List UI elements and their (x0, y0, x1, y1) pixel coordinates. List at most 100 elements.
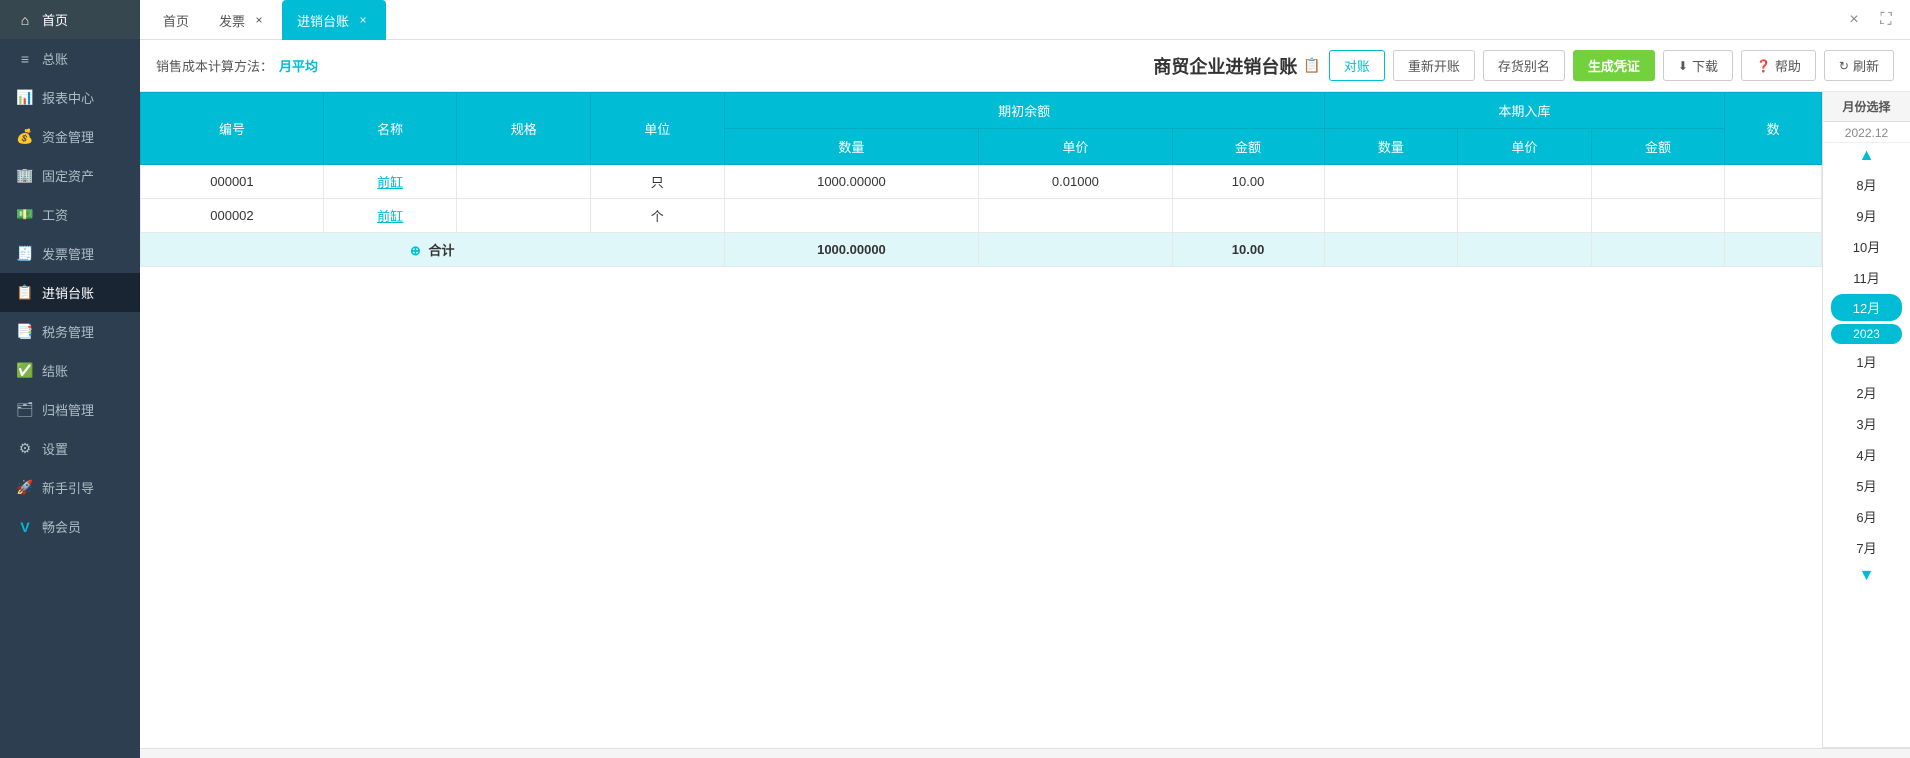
table-row[interactable]: 000001 前缸 只 1000.00000 0.01000 10.00 (141, 165, 1822, 199)
cost-method-value: 月平均 (279, 56, 318, 75)
table-row[interactable]: 000002 前缸 个 (141, 199, 1822, 233)
cell-in-price-2 (1458, 199, 1592, 233)
sidebar-item-funds[interactable]: 💰 资金管理 (0, 117, 140, 156)
cell-opening-amount-2 (1172, 199, 1324, 233)
cost-method-label: 销售成本计算方法： (156, 56, 273, 75)
cell-code-2: 000002 (141, 199, 324, 233)
cell-in-price-1 (1458, 165, 1592, 199)
generate-voucher-button[interactable]: 生成凭证 (1573, 50, 1655, 81)
month-12[interactable]: 12月 (1831, 294, 1902, 321)
archive-icon: 🗂 (16, 401, 34, 418)
month-4[interactable]: 4月 (1823, 439, 1910, 470)
maximize-window-button[interactable]: ⛶ (1874, 8, 1898, 32)
vip-icon: V (16, 519, 34, 535)
close-window-button[interactable]: × (1842, 8, 1866, 32)
ledger-table: 编号 名称 规格 单位 期初余额 本期入库 数 数量 单价 金额 数 (140, 92, 1822, 267)
month-1[interactable]: 1月 (1823, 346, 1910, 377)
ledger-icon: ≡ (16, 51, 34, 67)
month-11[interactable]: 11月 (1823, 262, 1910, 293)
month-6[interactable]: 6月 (1823, 501, 1910, 532)
fixed-assets-icon: 🏢 (16, 167, 34, 184)
sidebar-item-salary[interactable]: 💵 工资 (0, 195, 140, 234)
invoice-mgmt-icon: 🧾 (16, 245, 34, 262)
page-title: 商贸企业进销台账 (1153, 53, 1297, 79)
cell-name-1: 前缸 (323, 165, 457, 199)
total-in-price (1458, 233, 1592, 267)
month-9[interactable]: 9月 (1823, 200, 1910, 231)
sidebar-item-fixed-assets[interactable]: 🏢 固定资产 (0, 156, 140, 195)
col-header-spec: 规格 (457, 93, 591, 165)
salary-icon: 💵 (16, 206, 34, 223)
tab-invoice-close[interactable]: × (251, 12, 267, 28)
sidebar: ⌂ 首页 ≡ 总账 📊 报表中心 💰 资金管理 🏢 固定资产 💵 工资 🧾 发票… (0, 0, 140, 758)
cell-opening-amount-1: 10.00 (1172, 165, 1324, 199)
scroll-down-button[interactable]: ▼ (1823, 563, 1910, 589)
refresh-button[interactable]: ↻ 刷新 (1824, 50, 1894, 81)
cell-opening-qty-1: 1000.00000 (724, 165, 979, 199)
home-icon: ⌂ (16, 12, 34, 28)
col-header-current-in: 本期入库 (1324, 93, 1725, 129)
month-2[interactable]: 2月 (1823, 377, 1910, 408)
col-in-qty: 数量 (1324, 129, 1458, 165)
sidebar-item-archive[interactable]: 🗂 归档管理 (0, 390, 140, 429)
col-header-unit: 单位 (591, 93, 725, 165)
col-header-name: 名称 (323, 93, 457, 165)
tab-invoice[interactable]: 发票 × (204, 0, 282, 40)
month-5[interactable]: 5月 (1823, 470, 1910, 501)
cell-more-2 (1725, 199, 1822, 233)
tab-purchase-sales[interactable]: 进销台账 × (282, 0, 386, 40)
guide-icon: 🚀 (16, 479, 34, 496)
sidebar-item-ledger[interactable]: ≡ 总账 (0, 39, 140, 78)
col-opening-qty: 数量 (724, 129, 979, 165)
match-button[interactable]: 对账 (1329, 50, 1385, 81)
main-area: 首页 发票 × 进销台账 × × ⛶ 销售成本计算方法： 月平均 商贸企业进销台… (140, 0, 1910, 758)
year-2023-label: 2023 (1831, 324, 1902, 344)
cell-in-qty-1 (1324, 165, 1458, 199)
tab-home-label: 首页 (163, 11, 189, 30)
table-area: 编号 名称 规格 单位 期初余额 本期入库 数 数量 单价 金额 数 (140, 92, 1822, 748)
sidebar-item-purchase-sales[interactable]: 📋 进销台账 (0, 273, 140, 312)
sidebar-item-home[interactable]: ⌂ 首页 (0, 0, 140, 39)
col-in-amount: 金额 (1591, 129, 1725, 165)
col-in-price: 单价 (1458, 129, 1592, 165)
download-button[interactable]: ⬇ 下载 (1663, 50, 1733, 81)
sidebar-item-invoice-mgmt[interactable]: 🧾 发票管理 (0, 234, 140, 273)
sidebar-item-settings[interactable]: ⚙ 设置 (0, 429, 140, 468)
save-alias-button[interactable]: 存货别名 (1483, 50, 1565, 81)
month-3[interactable]: 3月 (1823, 408, 1910, 439)
content-area: 销售成本计算方法： 月平均 商贸企业进销台账 📋 对账 重新开账 存货别名 生成… (140, 40, 1910, 758)
sidebar-item-closing[interactable]: ✅ 结账 (0, 351, 140, 390)
cell-spec-1 (457, 165, 591, 199)
sidebar-item-reports[interactable]: 📊 报表中心 (0, 78, 140, 117)
total-icon: ⊕ (410, 243, 421, 258)
month-10[interactable]: 10月 (1823, 231, 1910, 262)
closing-icon: ✅ (16, 362, 34, 379)
reopen-button[interactable]: 重新开账 (1393, 50, 1475, 81)
tab-purchase-sales-close[interactable]: × (355, 12, 371, 28)
sidebar-item-guide[interactable]: 🚀 新手引导 (0, 468, 140, 507)
month-picker: 月份选择 2022.12 ▲ 8月 9月 10月 11月 12月 2023 1月… (1822, 92, 1910, 748)
cell-opening-qty-2 (724, 199, 979, 233)
refresh-icon: ↻ (1839, 59, 1849, 73)
total-opening-qty: 1000.00000 (724, 233, 979, 267)
horizontal-scrollbar[interactable] (140, 748, 1910, 758)
cell-name-2: 前缸 (323, 199, 457, 233)
settings-icon: ⚙ (16, 440, 34, 457)
sidebar-item-vip[interactable]: V 畅会员 (0, 507, 140, 546)
month-7[interactable]: 7月 (1823, 532, 1910, 563)
header-row-1: 编号 名称 规格 单位 期初余额 本期入库 数 (141, 93, 1822, 129)
reports-icon: 📊 (16, 89, 34, 106)
cell-unit-1: 只 (591, 165, 725, 199)
tab-home[interactable]: 首页 (148, 0, 204, 40)
window-controls: × ⛶ (1830, 0, 1910, 40)
page-title-icon: 📋 (1303, 57, 1320, 74)
month-picker-title: 月份选择 (1823, 92, 1910, 122)
total-row: ⊕ 合计 1000.00000 10.00 (141, 233, 1822, 267)
month-8[interactable]: 8月 (1823, 169, 1910, 200)
scroll-up-button[interactable]: ▲ (1823, 143, 1910, 169)
sidebar-item-tax[interactable]: 📑 税务管理 (0, 312, 140, 351)
cell-in-amount-1 (1591, 165, 1725, 199)
col-header-more: 数 (1725, 93, 1822, 165)
cell-more-1 (1725, 165, 1822, 199)
help-button[interactable]: ❓ 帮助 (1741, 50, 1816, 81)
